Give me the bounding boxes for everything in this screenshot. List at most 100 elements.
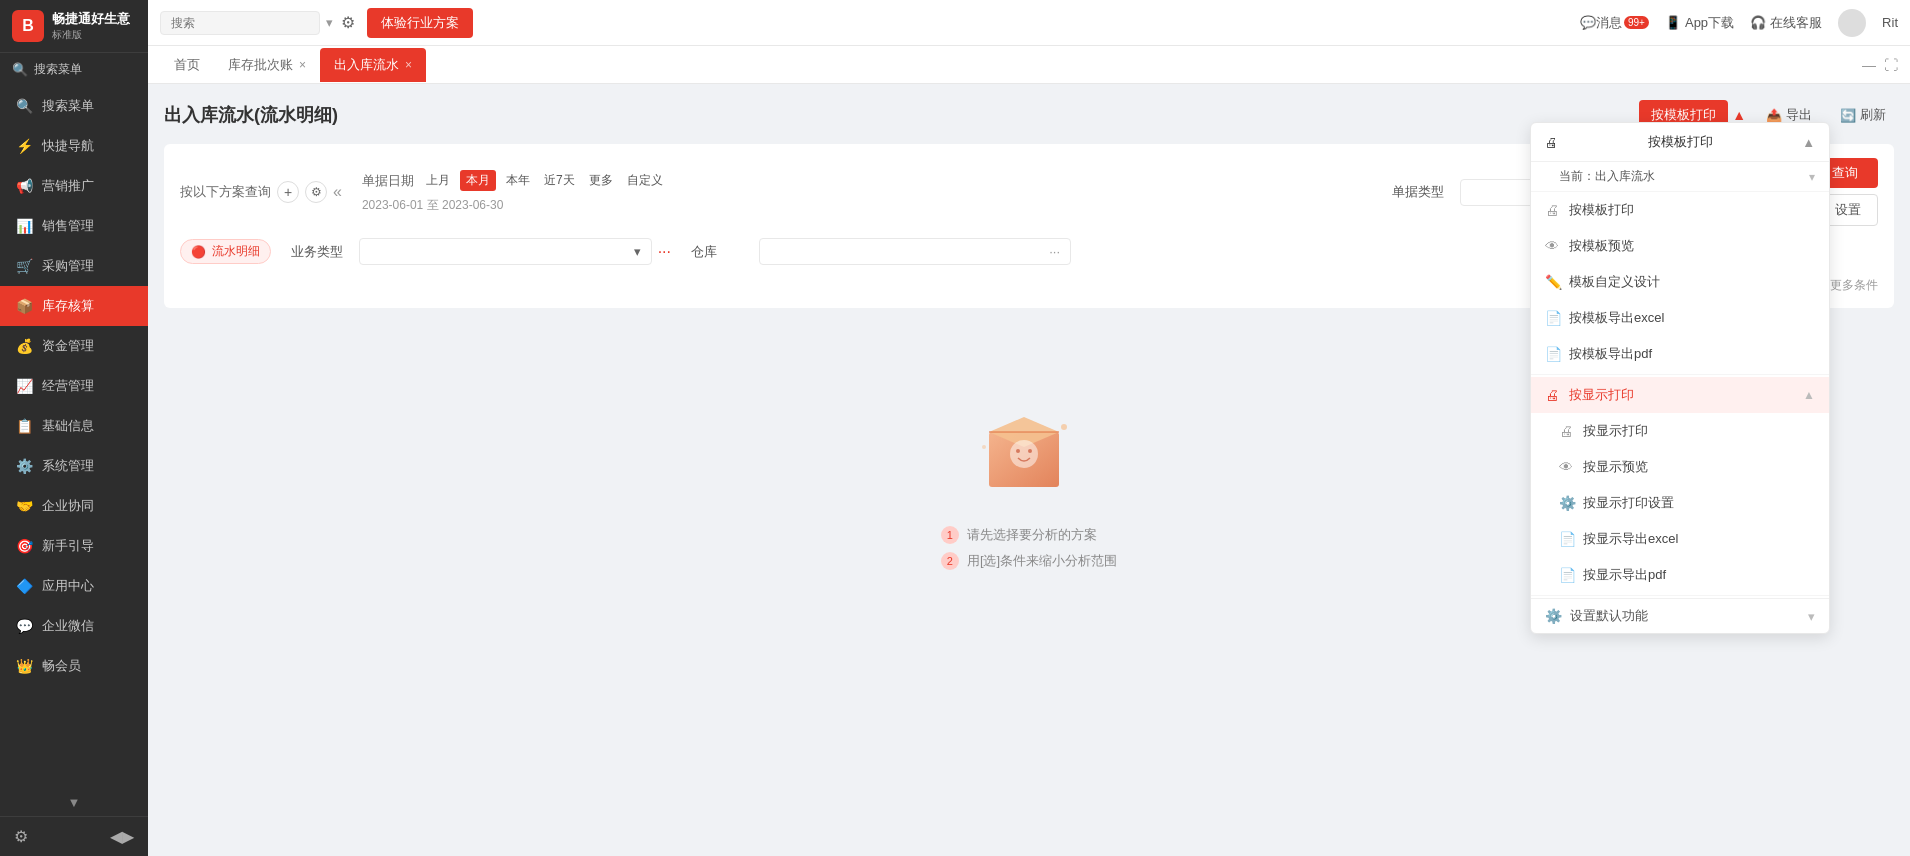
empty-step-2: 2 用[选]条件来缩小分析范围	[941, 548, 1117, 574]
svg-point-3	[1010, 440, 1038, 468]
app-download-btn[interactable]: 📱 App下载	[1665, 14, 1734, 32]
filter-add-btn[interactable]: +	[277, 181, 299, 203]
message-icon: 💬	[1580, 15, 1596, 30]
topbar-gear-icon[interactable]: ⚙	[341, 13, 355, 32]
sidebar-item-basic[interactable]: 📋 基础信息	[0, 406, 148, 446]
sidebar-item-sales[interactable]: 📊 销售管理	[0, 206, 148, 246]
sidebar-item-inventory[interactable]: 📦 库存核算	[0, 286, 148, 326]
dropdown-item-display-print[interactable]: 🖨 按显示打印	[1531, 413, 1829, 449]
warehouse-field: 仓库 ···	[691, 238, 1071, 265]
tab-minimize-icon[interactable]: —	[1862, 57, 1876, 73]
collapse-icon[interactable]: ◀▶	[110, 827, 134, 846]
filter-collapse-icon[interactable]: «	[333, 183, 342, 201]
sidebar-item-operations[interactable]: 📈 经营管理	[0, 366, 148, 406]
sidebar-search[interactable]: 🔍 搜索菜单	[0, 53, 148, 86]
dropdown-footer-settings[interactable]: ⚙️ 设置默认功能 ▾	[1531, 598, 1829, 633]
empty-step-1: 1 请先选择要分析的方案	[941, 522, 1117, 548]
print-chevron-icon[interactable]: ▲	[1732, 107, 1746, 123]
empty-svg	[969, 382, 1089, 502]
sidebar-label-sales: 销售管理	[42, 217, 94, 235]
dropdown-item-template-pdf[interactable]: 📄 按模板导出pdf	[1531, 336, 1829, 372]
sidebar-icon-basic: 📋	[14, 418, 34, 434]
sidebar-item-guide[interactable]: 🎯 新手引导	[0, 526, 148, 566]
empty-steps: 1 请先选择要分析的方案 2 用[选]条件来缩小分析范围	[941, 522, 1117, 574]
username-label[interactable]: Rit	[1882, 15, 1898, 30]
warehouse-more-icon[interactable]: ···	[1049, 244, 1060, 259]
template-custom-label: 模板自定义设计	[1569, 273, 1660, 291]
logo-icon: B	[12, 10, 44, 42]
date-section: 单据日期 上月 本月 本年 近7天 更多 自定义 2023-06-01 至 20…	[362, 170, 1372, 214]
sidebar-item-member[interactable]: 👑 畅会员	[0, 646, 148, 686]
svg-point-5	[1028, 449, 1032, 453]
sidebar-item-apps[interactable]: 🔷 应用中心	[0, 566, 148, 606]
tab-batch[interactable]: 库存批次账 ×	[214, 48, 320, 82]
sidebar-item-system[interactable]: ⚙️ 系统管理	[0, 446, 148, 486]
svg-point-6	[1061, 424, 1067, 430]
logo-main: 畅捷通好生意	[52, 11, 130, 28]
display-excel-icon: 📄	[1559, 531, 1575, 547]
sidebar-item-purchase[interactable]: 🛒 采购管理	[0, 246, 148, 286]
sidebar-item-finance[interactable]: 💰 资金管理	[0, 326, 148, 366]
dropdown-item-template-preview[interactable]: 👁 按模板预览	[1531, 228, 1829, 264]
date-shortcut-thisyear[interactable]: 本年	[502, 170, 534, 191]
template-print-icon: 🖨	[1545, 202, 1561, 218]
sidebar-item-wechat[interactable]: 💬 企业微信	[0, 606, 148, 646]
doctype-label: 单据类型	[1392, 183, 1452, 201]
dropdown-item-template-print[interactable]: 🖨 按模板打印	[1531, 192, 1829, 228]
tabs-right: — ⛶	[1862, 57, 1898, 73]
template-pdf-label: 按模板导出pdf	[1569, 345, 1652, 363]
sidebar-label-enterprise: 企业协同	[42, 497, 94, 515]
dropdown-header-arrow-icon[interactable]: ▲	[1802, 135, 1815, 150]
dropdown-item-display-settings[interactable]: ⚙️ 按显示打印设置	[1531, 485, 1829, 521]
date-shortcut-custom[interactable]: 自定义	[623, 170, 667, 191]
message-label: 消息	[1596, 14, 1622, 32]
sidebar-item-search[interactable]: 🔍 搜索菜单	[0, 86, 148, 126]
sidebar-label-quicknav: 快捷导航	[42, 137, 94, 155]
date-shortcut-7days[interactable]: 近7天	[540, 170, 579, 191]
sidebar-item-enterprise[interactable]: 🤝 企业协同	[0, 486, 148, 526]
online-service-btn[interactable]: 🎧 在线客服	[1750, 14, 1822, 32]
tab-batch-close[interactable]: ×	[299, 58, 306, 72]
display-preview-icon: 👁	[1559, 459, 1575, 475]
display-print-section-arrow: ▲	[1803, 388, 1815, 402]
dropdown-divider-1	[1531, 374, 1829, 375]
display-print-label: 按显示打印	[1583, 422, 1648, 440]
dropdown-item-display-preview[interactable]: 👁 按显示预览	[1531, 449, 1829, 485]
message-btn[interactable]: 💬 消息 99+	[1580, 14, 1649, 32]
display-settings-icon: ⚙️	[1559, 495, 1575, 511]
step-num-1: 1	[941, 526, 959, 544]
dropdown-section-display-print[interactable]: 🖨 按显示打印 ▲	[1531, 377, 1829, 413]
date-shortcut-lastmonth[interactable]: 上月	[422, 170, 454, 191]
footer-settings-icon: ⚙️	[1545, 608, 1562, 624]
dropdown-current[interactable]: 当前：出入库流水 ▾	[1531, 162, 1829, 192]
dropdown-item-template-excel[interactable]: 📄 按模板导出excel	[1531, 300, 1829, 336]
sidebar-item-marketing[interactable]: 📢 营销推广	[0, 166, 148, 206]
dropdown-item-display-excel[interactable]: 📄 按显示导出excel	[1531, 521, 1829, 557]
biztype-more-icon[interactable]: ···	[658, 243, 671, 261]
dropdown-current-label: 当前：出入库流水	[1559, 168, 1655, 185]
search-chevron-icon[interactable]: ▾	[326, 15, 333, 30]
date-shortcut-more[interactable]: 更多	[585, 170, 617, 191]
tab-flow[interactable]: 出入库流水 ×	[320, 48, 426, 82]
tab-flow-close[interactable]: ×	[405, 58, 412, 72]
main-area: ▾ ⚙ 体验行业方案 💬 消息 99+ 📱 App下载 🎧 在线客服 Rit	[148, 0, 1910, 856]
biztype-select[interactable]: ▾	[359, 238, 652, 265]
refresh-btn[interactable]: 🔄 刷新	[1832, 102, 1894, 128]
tab-maximize-icon[interactable]: ⛶	[1884, 57, 1898, 73]
settings-icon[interactable]: ⚙	[14, 827, 28, 846]
industry-btn[interactable]: 体验行业方案	[367, 8, 473, 38]
date-shortcut-thismonth[interactable]: 本月	[460, 170, 496, 191]
search-input[interactable]	[171, 16, 309, 30]
sidebar-scroll-down[interactable]: ▼	[0, 789, 148, 816]
app-label: App下载	[1685, 14, 1734, 32]
filter-gear-btn[interactable]: ⚙	[305, 181, 327, 203]
warehouse-select[interactable]: ···	[759, 238, 1071, 265]
biztype-label: 业务类型	[291, 243, 351, 261]
dropdown-item-display-pdf[interactable]: 📄 按显示导出pdf	[1531, 557, 1829, 593]
tab-home[interactable]: 首页	[160, 48, 214, 82]
sidebar-item-quicknav[interactable]: ⚡ 快捷导航	[0, 126, 148, 166]
dropdown-item-template-custom[interactable]: ✏️ 模板自定义设计	[1531, 264, 1829, 300]
topbar-right: 💬 消息 99+ 📱 App下载 🎧 在线客服 Rit	[1580, 9, 1898, 37]
topbar-search-box[interactable]	[160, 11, 320, 35]
user-avatar[interactable]	[1838, 9, 1866, 37]
